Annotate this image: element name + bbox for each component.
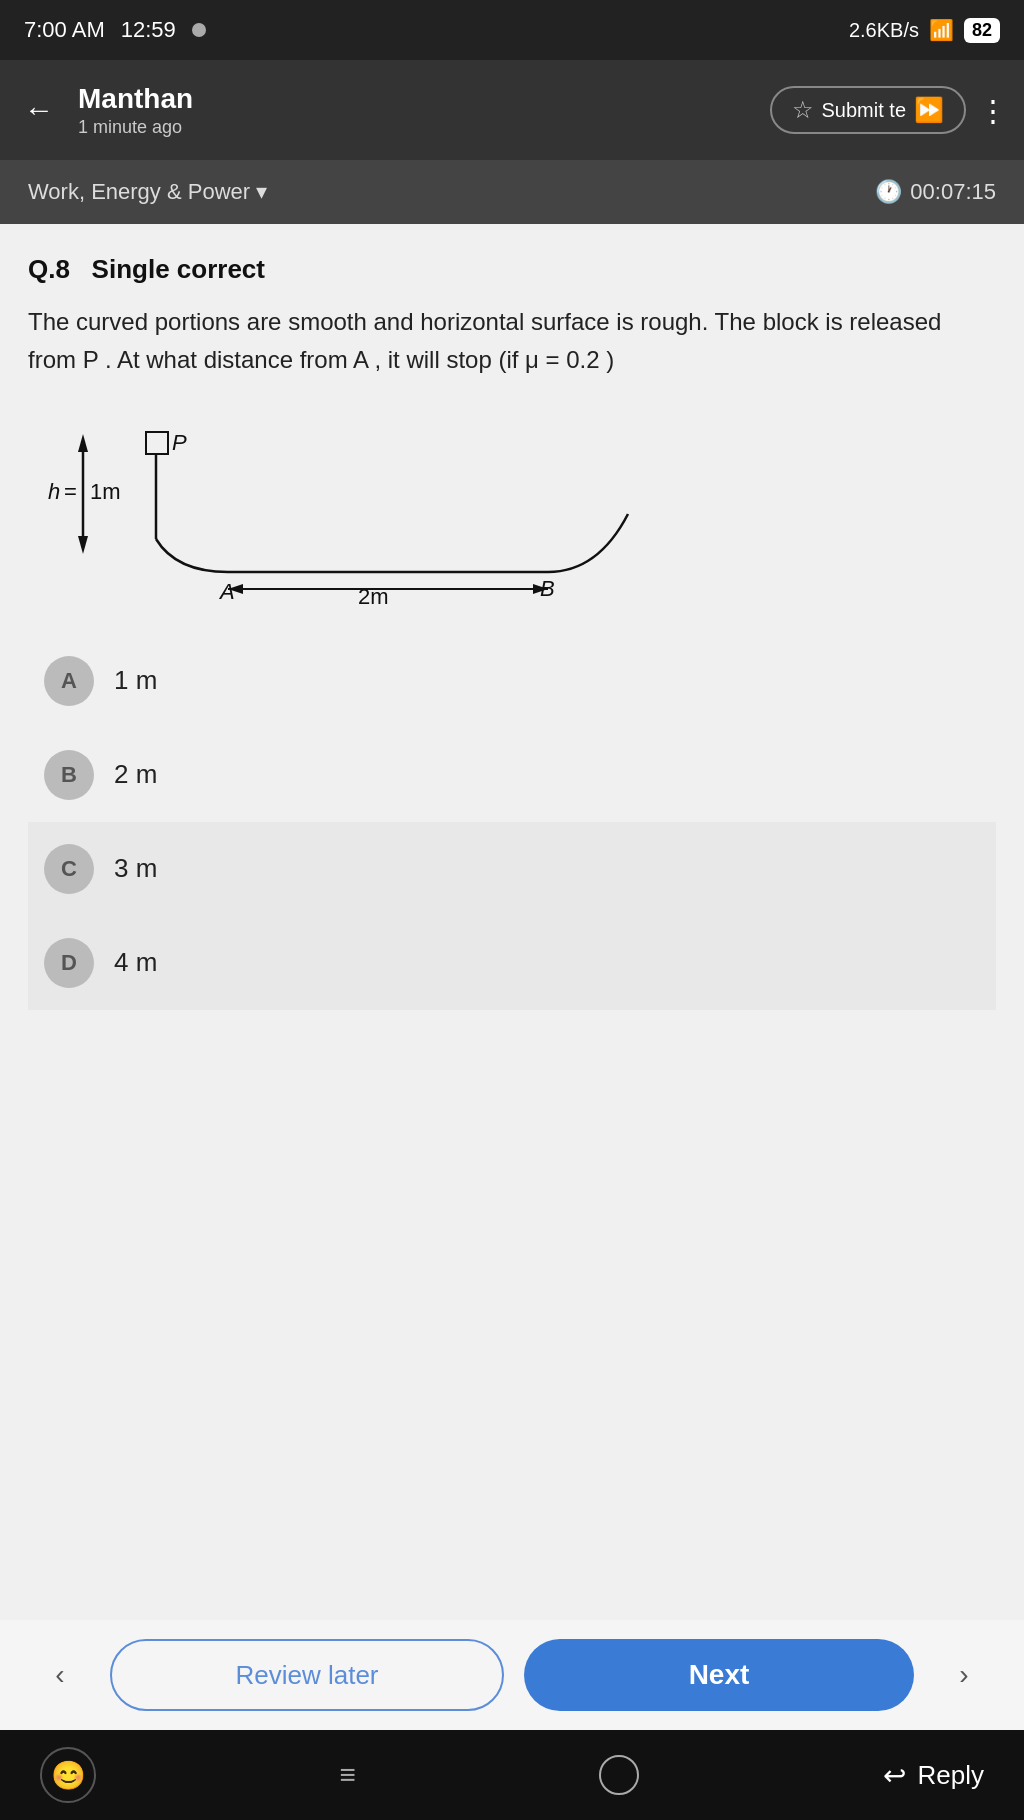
bottom-nav: ‹ Review later Next › bbox=[0, 1620, 1024, 1730]
svg-rect-6 bbox=[146, 432, 168, 454]
reply-label: Reply bbox=[918, 1760, 984, 1791]
topic-text: Work, Energy & Power bbox=[28, 179, 250, 205]
review-later-button[interactable]: Review later bbox=[110, 1639, 504, 1711]
prev-arrow-button[interactable]: ‹ bbox=[30, 1645, 90, 1705]
option-b[interactable]: B 2 m bbox=[28, 728, 996, 822]
option-b-circle: B bbox=[44, 750, 94, 800]
signal-icon: 📶 bbox=[929, 18, 954, 42]
next-label: Next bbox=[689, 1659, 750, 1691]
reply-icon: ↩ bbox=[883, 1759, 906, 1792]
more-button[interactable]: ⋮ bbox=[978, 93, 1008, 128]
emoji-button[interactable]: 😊 bbox=[40, 1747, 96, 1803]
options-list: A 1 m B 2 m C 3 m D 4 m bbox=[28, 634, 996, 1010]
app-header: ← Manthan 1 minute ago ☆ Submit te ⏩ ⋮ bbox=[0, 60, 1024, 160]
option-d[interactable]: D 4 m bbox=[28, 916, 996, 1010]
battery: 82 bbox=[964, 18, 1000, 43]
clock-icon: 🕐 bbox=[875, 179, 902, 205]
option-c-circle: C bbox=[44, 844, 94, 894]
header-title-area: Manthan 1 minute ago bbox=[78, 83, 754, 138]
android-bottom-bar: 😊 ≡ ↩ Reply bbox=[0, 1730, 1024, 1820]
time: 7:00 AM bbox=[24, 17, 105, 43]
timer-value: 00:07:15 bbox=[910, 179, 996, 205]
question-number: Q.8 bbox=[28, 254, 70, 284]
option-b-text: 2 m bbox=[114, 759, 157, 790]
svg-text:=: = bbox=[64, 479, 77, 504]
hamburger-icon: ≡ bbox=[339, 1759, 355, 1791]
question-label: Q.8 Single correct bbox=[28, 254, 996, 285]
speed: 2.6KB/s bbox=[849, 19, 919, 42]
svg-text:P: P bbox=[172, 430, 187, 455]
option-d-circle: D bbox=[44, 938, 94, 988]
option-c-text: 3 m bbox=[114, 853, 157, 884]
status-left: 7:00 AM 12:59 bbox=[24, 17, 206, 43]
next-arrow-button[interactable]: › bbox=[934, 1645, 994, 1705]
question-type: Single correct bbox=[92, 254, 265, 284]
sender-name: Manthan bbox=[78, 83, 754, 115]
svg-text:2m: 2m bbox=[358, 584, 389, 604]
svg-marker-4 bbox=[78, 434, 88, 452]
timer: 🕐 00:07:15 bbox=[875, 179, 996, 205]
forward-icon: ⏩ bbox=[914, 96, 944, 124]
network-indicator bbox=[192, 23, 206, 37]
question-text: The curved portions are smooth and horiz… bbox=[28, 303, 996, 380]
svg-marker-5 bbox=[78, 536, 88, 554]
topic-bar: Work, Energy & Power ▾ 🕐 00:07:15 bbox=[0, 160, 1024, 224]
chevron-down-icon: ▾ bbox=[256, 179, 267, 205]
diagram-area: h = 1m P A B bbox=[28, 404, 996, 604]
option-c[interactable]: C 3 m bbox=[28, 822, 996, 916]
main-content: Q.8 Single correct The curved portions a… bbox=[0, 224, 1024, 1624]
option-a-text: 1 m bbox=[114, 665, 157, 696]
option-a[interactable]: A 1 m bbox=[28, 634, 996, 728]
status-bar: 7:00 AM 12:59 2.6KB/s 📶 82 bbox=[0, 0, 1024, 60]
topic-label: Work, Energy & Power ▾ bbox=[28, 179, 267, 205]
review-later-label: Review later bbox=[235, 1660, 378, 1691]
home-circle[interactable] bbox=[599, 1755, 639, 1795]
svg-text:A: A bbox=[218, 579, 235, 604]
emoji-icon: 😊 bbox=[51, 1759, 86, 1792]
status-right: 2.6KB/s 📶 82 bbox=[849, 18, 1000, 43]
star-icon: ☆ bbox=[792, 96, 814, 124]
header-actions: ☆ Submit te ⏩ ⋮ bbox=[770, 86, 1008, 134]
next-button[interactable]: Next bbox=[524, 1639, 914, 1711]
reply-button[interactable]: ↩ Reply bbox=[883, 1759, 984, 1792]
back-button[interactable]: ← bbox=[16, 85, 62, 135]
physics-diagram: h = 1m P A B bbox=[28, 404, 648, 604]
secondary-time: 12:59 bbox=[121, 17, 176, 43]
svg-text:h: h bbox=[48, 479, 60, 504]
svg-text:1m: 1m bbox=[90, 479, 121, 504]
option-a-circle: A bbox=[44, 656, 94, 706]
option-d-text: 4 m bbox=[114, 947, 157, 978]
submit-label: Submit te bbox=[822, 99, 906, 122]
submit-button[interactable]: ☆ Submit te ⏩ bbox=[770, 86, 966, 134]
time-ago: 1 minute ago bbox=[78, 117, 754, 138]
